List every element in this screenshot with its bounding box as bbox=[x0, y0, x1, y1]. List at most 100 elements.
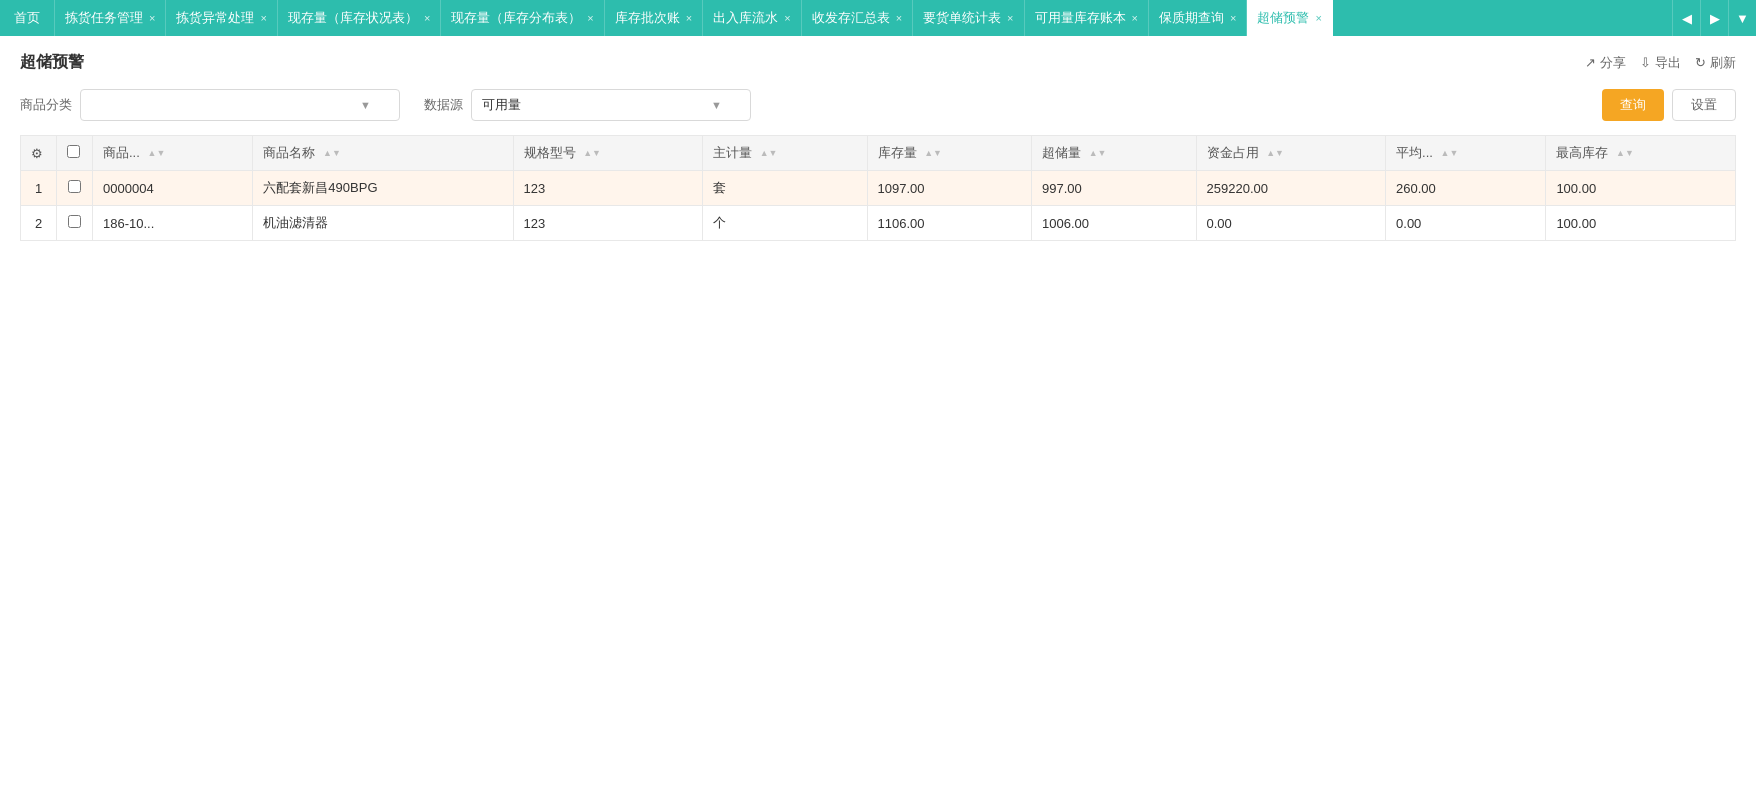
table-row: 2 186-10... 机油滤清器 123 个 1106.00 1006.00 … bbox=[21, 206, 1736, 241]
nav-tab-baozhi[interactable]: 保质期查询 × bbox=[1149, 0, 1247, 36]
cell-overstock: 1006.00 bbox=[1032, 206, 1197, 241]
th-avg-price: 平均... ▲▼ bbox=[1386, 136, 1546, 171]
close-icon[interactable]: × bbox=[784, 12, 790, 24]
refresh-button[interactable]: ↻ 刷新 bbox=[1695, 54, 1736, 72]
cell-max-stock: 100.00 bbox=[1546, 171, 1736, 206]
nav-arrows: ◀ ▶ ▼ bbox=[1672, 0, 1756, 36]
close-icon[interactable]: × bbox=[686, 12, 692, 24]
th-checkbox bbox=[57, 136, 93, 171]
export-icon: ⇩ bbox=[1640, 55, 1651, 70]
category-filter-group: 商品分类 ▼ bbox=[20, 89, 400, 121]
close-icon[interactable]: × bbox=[1132, 12, 1138, 24]
sort-icon[interactable]: ▲▼ bbox=[583, 149, 601, 158]
cell-overstock: 997.00 bbox=[1032, 171, 1197, 206]
nav-tab-xiancunliang2[interactable]: 现存量（库存分布表） × bbox=[441, 0, 604, 36]
refresh-icon: ↻ bbox=[1695, 55, 1706, 70]
close-icon[interactable]: × bbox=[1230, 12, 1236, 24]
sort-icon[interactable]: ▲▼ bbox=[760, 149, 778, 158]
share-button[interactable]: ↗ 分享 bbox=[1585, 54, 1626, 72]
th-capital-label: 资金占用 bbox=[1207, 145, 1259, 160]
page-title: 超储预警 bbox=[20, 52, 84, 73]
category-label: 商品分类 bbox=[20, 96, 72, 114]
chevron-down-icon: ▼ bbox=[711, 99, 722, 111]
close-icon[interactable]: × bbox=[587, 12, 593, 24]
cell-avg-price: 0.00 bbox=[1386, 206, 1546, 241]
filter-buttons: 查询 设置 bbox=[1602, 89, 1736, 121]
sort-icon[interactable]: ▲▼ bbox=[1266, 149, 1284, 158]
top-nav: 首页 拣货任务管理 × 拣货异常处理 × 现存量（库存状况表） × 现存量（库存… bbox=[0, 0, 1756, 36]
nav-tab-jianhuorenwu[interactable]: 拣货任务管理 × bbox=[55, 0, 166, 36]
row-num: 2 bbox=[21, 206, 57, 241]
row-checkbox[interactable] bbox=[68, 180, 81, 193]
th-spec-label: 规格型号 bbox=[524, 145, 576, 160]
sort-icon[interactable]: ▲▼ bbox=[1441, 149, 1459, 158]
nav-tab-keyongliang[interactable]: 可用量库存账本 × bbox=[1025, 0, 1149, 36]
nav-tab-yaohuo[interactable]: 要货单统计表 × bbox=[913, 0, 1024, 36]
share-icon: ↗ bbox=[1585, 55, 1596, 70]
close-icon[interactable]: × bbox=[1315, 12, 1321, 24]
cell-spec: 123 bbox=[513, 206, 703, 241]
cell-capital: 259220.00 bbox=[1196, 171, 1386, 206]
cell-product-name: 六配套新昌490BPG bbox=[253, 171, 513, 206]
query-button[interactable]: 查询 bbox=[1602, 89, 1664, 121]
datasource-filter-group: 数据源 可用量 ▼ bbox=[424, 89, 751, 121]
close-icon[interactable]: × bbox=[424, 12, 430, 24]
cell-max-stock: 100.00 bbox=[1546, 206, 1736, 241]
cell-unit: 套 bbox=[703, 171, 868, 206]
th-overstock-label: 超储量 bbox=[1042, 145, 1081, 160]
th-max-stock: 最高库存 ▲▼ bbox=[1546, 136, 1736, 171]
th-settings: ⚙ bbox=[21, 136, 57, 171]
th-capital: 资金占用 ▲▼ bbox=[1196, 136, 1386, 171]
close-icon[interactable]: × bbox=[260, 12, 266, 24]
cell-unit: 个 bbox=[703, 206, 868, 241]
nav-tab-shoufacun[interactable]: 收发存汇总表 × bbox=[802, 0, 913, 36]
th-product-name-label: 商品名称 bbox=[263, 145, 315, 160]
sort-icon[interactable]: ▲▼ bbox=[924, 149, 942, 158]
page-container: 超储预警 ↗ 分享 ⇩ 导出 ↻ 刷新 商品分类 ▼ 数据源 bbox=[0, 36, 1756, 257]
th-product-code-label: 商品... bbox=[103, 145, 140, 160]
sort-icon[interactable]: ▲▼ bbox=[1616, 149, 1634, 158]
nav-home[interactable]: 首页 bbox=[0, 0, 55, 36]
page-header: 超储预警 ↗ 分享 ⇩ 导出 ↻ 刷新 bbox=[20, 52, 1736, 73]
cell-spec: 123 bbox=[513, 171, 703, 206]
settings-button[interactable]: 设置 bbox=[1672, 89, 1736, 121]
th-avg-price-label: 平均... bbox=[1396, 145, 1433, 160]
export-button[interactable]: ⇩ 导出 bbox=[1640, 54, 1681, 72]
sort-icon[interactable]: ▲▼ bbox=[323, 149, 341, 158]
category-select[interactable]: ▼ bbox=[80, 89, 400, 121]
data-table: ⚙ 商品... ▲▼ 商品名称 ▲▼ 规格型号 ▲▼ 主计 bbox=[20, 135, 1736, 241]
cell-product-name: 机油滤清器 bbox=[253, 206, 513, 241]
datasource-select-value: 可用量 bbox=[482, 96, 711, 114]
settings-icon[interactable]: ⚙ bbox=[31, 146, 43, 161]
nav-tab-kucunpici[interactable]: 库存批次账 × bbox=[605, 0, 703, 36]
th-stock-label: 库存量 bbox=[878, 145, 917, 160]
th-product-name: 商品名称 ▲▼ bbox=[253, 136, 513, 171]
chevron-down-icon: ▼ bbox=[360, 99, 371, 111]
nav-next-arrow[interactable]: ▶ bbox=[1700, 0, 1728, 36]
sort-icon[interactable]: ▲▼ bbox=[1089, 149, 1107, 158]
filter-row: 商品分类 ▼ 数据源 可用量 ▼ 查询 设置 bbox=[20, 89, 1736, 121]
table-row: 1 0000004 六配套新昌490BPG 123 套 1097.00 997.… bbox=[21, 171, 1736, 206]
header-actions: ↗ 分享 ⇩ 导出 ↻ 刷新 bbox=[1585, 54, 1736, 72]
nav-tab-churuku[interactable]: 出入库流水 × bbox=[703, 0, 801, 36]
th-overstock: 超储量 ▲▼ bbox=[1032, 136, 1197, 171]
th-product-code: 商品... ▲▼ bbox=[93, 136, 253, 171]
th-spec: 规格型号 ▲▼ bbox=[513, 136, 703, 171]
th-stock: 库存量 ▲▼ bbox=[867, 136, 1032, 171]
cell-stock: 1097.00 bbox=[867, 171, 1032, 206]
row-checkbox-cell bbox=[57, 171, 93, 206]
close-icon[interactable]: × bbox=[1007, 12, 1013, 24]
close-icon[interactable]: × bbox=[896, 12, 902, 24]
nav-tab-chaochuyujing[interactable]: 超储预警 × bbox=[1247, 0, 1332, 36]
cell-avg-price: 260.00 bbox=[1386, 171, 1546, 206]
row-num: 1 bbox=[21, 171, 57, 206]
nav-tab-jianhuoyichang[interactable]: 拣货异常处理 × bbox=[166, 0, 277, 36]
row-checkbox[interactable] bbox=[68, 215, 81, 228]
nav-tab-xiancunliang1[interactable]: 现存量（库存状况表） × bbox=[278, 0, 441, 36]
close-icon[interactable]: × bbox=[149, 12, 155, 24]
datasource-select[interactable]: 可用量 ▼ bbox=[471, 89, 751, 121]
nav-menu-arrow[interactable]: ▼ bbox=[1728, 0, 1756, 36]
select-all-checkbox[interactable] bbox=[67, 145, 80, 158]
nav-prev-arrow[interactable]: ◀ bbox=[1672, 0, 1700, 36]
sort-icon[interactable]: ▲▼ bbox=[147, 149, 165, 158]
